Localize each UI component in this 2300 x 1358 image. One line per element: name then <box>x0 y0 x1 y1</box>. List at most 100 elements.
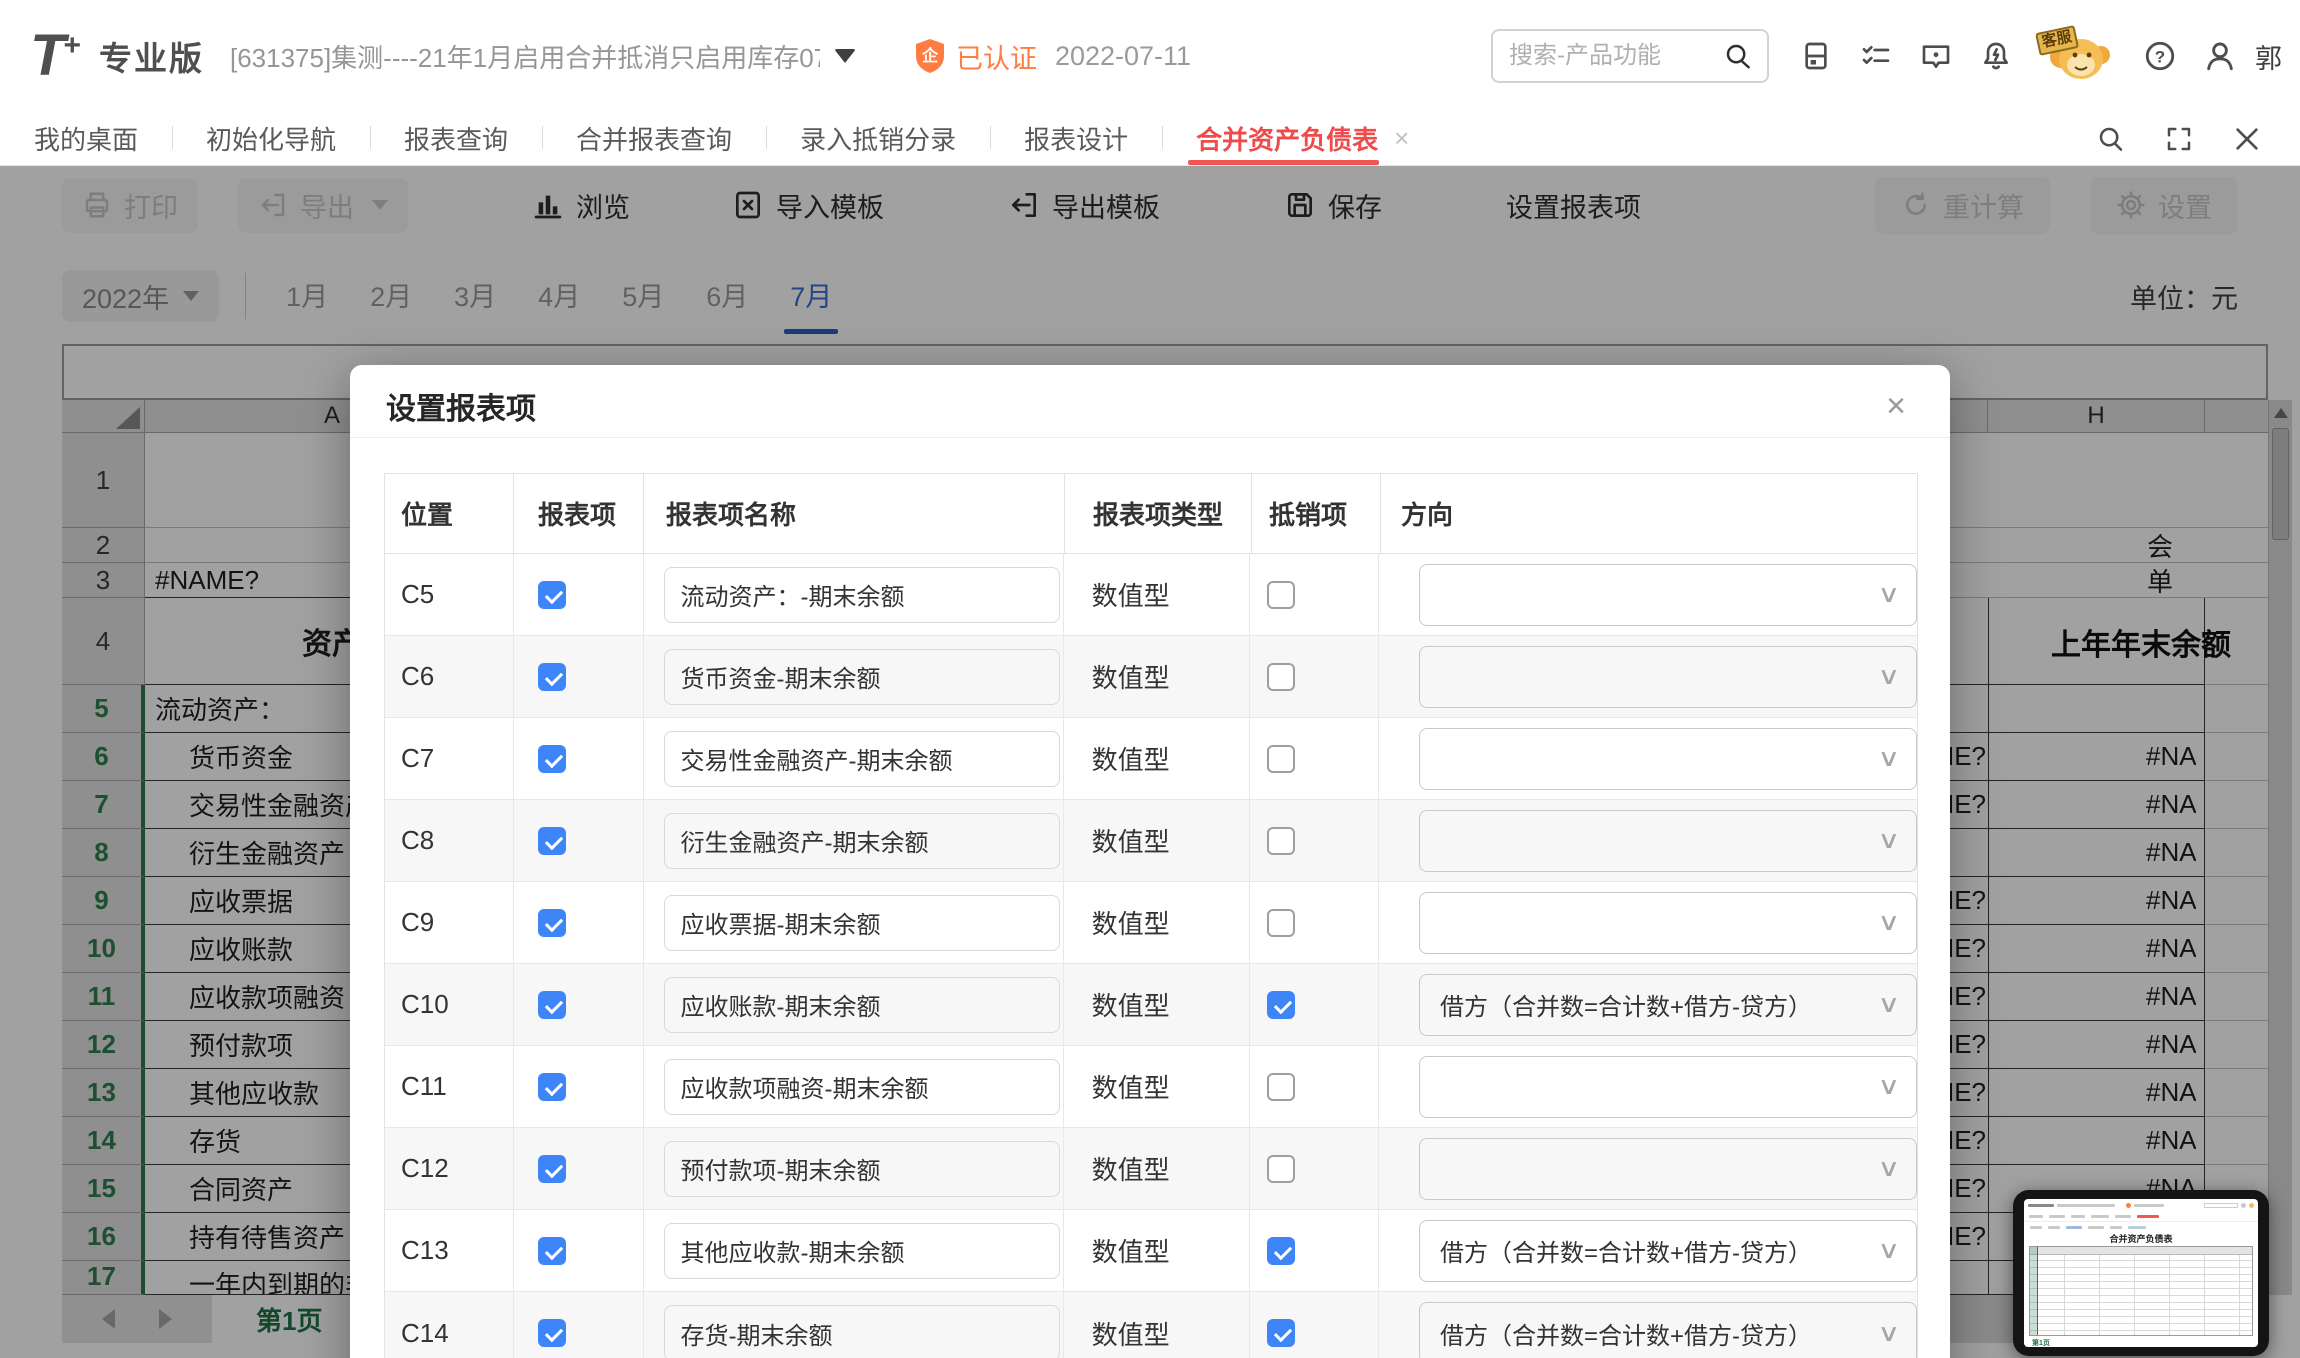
report-item-checkbox[interactable] <box>537 1154 566 1183</box>
offset-checkbox[interactable] <box>1267 990 1296 1019</box>
item-position: C6 <box>385 636 514 717</box>
workspace-tab[interactable]: 我的桌面 <box>0 112 172 165</box>
preview-grid <box>2029 1246 2253 1336</box>
report-item-checkbox[interactable] <box>537 662 566 691</box>
dialog-close-icon[interactable]: × <box>1886 389 1906 423</box>
report-item-row: C11 应收款项融资-期末余额 数值型 ∨ <box>385 1046 1917 1128</box>
item-name-input[interactable]: 衍生金融资产-期末余额 <box>663 812 1060 869</box>
direction-cell: 借方（合并数=合计数+借方-贷方） ∨ <box>1379 964 1917 1045</box>
fullscreen-icon[interactable] <box>2162 122 2196 156</box>
user-icon[interactable] <box>2203 39 2237 73</box>
item-name-cell: 存货-期末余额 <box>644 1292 1064 1358</box>
offset-checkbox[interactable] <box>1267 1319 1296 1347</box>
account-title[interactable]: [631375]集测----21年1月启用合并抵消只启用库存07... <box>230 38 820 75</box>
col-direction: 方向 <box>1401 500 1454 530</box>
report-item-checkbox[interactable] <box>537 744 566 773</box>
report-item-row: C6 货币资金-期末余额 数值型 ∨ <box>385 636 1917 718</box>
workspace-tab[interactable]: 初始化导航 <box>172 112 370 165</box>
offset-checkbox[interactable] <box>1267 662 1296 691</box>
search-input[interactable] <box>1509 42 1721 70</box>
direction-select[interactable]: ∨ <box>1419 809 1917 872</box>
item-type: 数值型 <box>1064 1046 1251 1127</box>
direction-select[interactable]: ∨ <box>1419 1137 1917 1200</box>
support-mascot-icon[interactable]: 客服 <box>2035 25 2117 85</box>
workspace-tab[interactable]: 合并资产负债表 × <box>1162 112 1443 165</box>
offset-checkbox[interactable] <box>1267 1072 1296 1101</box>
direction-select[interactable]: 借方（合并数=合计数+借方-贷方） ∨ <box>1419 1302 1917 1358</box>
tplus-logo[interactable]: T + <box>30 27 81 85</box>
offset-checkbox[interactable] <box>1267 908 1296 937</box>
item-checkbox-cell <box>514 636 644 717</box>
checklist-icon[interactable] <box>1859 39 1893 73</box>
table-header-row: 位置 报表项 报表项名称 报表项类型 抵销项 方向 <box>385 474 1917 554</box>
item-name-input[interactable]: 应收款项融资-期末余额 <box>663 1058 1060 1115</box>
feedback-icon[interactable] <box>1919 39 1953 73</box>
workspace-tab[interactable]: 报表设计 <box>990 112 1162 165</box>
chevron-down-icon: ∨ <box>1877 581 1901 608</box>
item-name-input[interactable]: 预付款项-期末余额 <box>663 1140 1060 1197</box>
report-item-checkbox[interactable] <box>537 908 566 937</box>
direction-cell: 借方（合并数=合计数+借方-贷方） ∨ <box>1379 1292 1917 1358</box>
account-caret-down-icon[interactable] <box>833 49 856 63</box>
help-icon[interactable]: ? <box>2143 39 2177 73</box>
report-item-checkbox[interactable] <box>537 1319 566 1347</box>
item-position: C14 <box>385 1292 514 1358</box>
offset-checkbox-cell <box>1250 1128 1379 1209</box>
direction-select[interactable]: ∨ <box>1419 563 1917 626</box>
item-position: C11 <box>385 1046 514 1127</box>
report-item-checkbox[interactable] <box>537 1072 566 1101</box>
top-bar: T + 专业版 [631375]集测----21年1月启用合并抵消只启用库存07… <box>0 0 2300 112</box>
direction-select[interactable]: ∨ <box>1419 1055 1917 1118</box>
item-name-input[interactable]: 应收账款-期末余额 <box>663 976 1060 1033</box>
notification-bell-icon[interactable] <box>1979 39 2013 73</box>
direction-select[interactable]: ∨ <box>1419 645 1917 708</box>
app-window: T + 专业版 [631375]集测----21年1月启用合并抵消只启用库存07… <box>0 0 2300 1358</box>
item-name-cell: 应收账款-期末余额 <box>644 964 1064 1045</box>
offset-checkbox[interactable] <box>1267 744 1296 773</box>
calculator-icon[interactable] <box>1799 39 1833 73</box>
tab-search-icon[interactable] <box>2094 122 2128 156</box>
item-name-input[interactable]: 应收票据-期末余额 <box>663 894 1060 951</box>
search-icon[interactable] <box>1721 39 1755 73</box>
item-position: C7 <box>385 718 514 799</box>
item-position: C5 <box>385 554 514 635</box>
item-name-input[interactable]: 流动资产：-期末余额 <box>663 566 1060 623</box>
item-checkbox-cell <box>514 1128 644 1209</box>
direction-select[interactable]: ∨ <box>1419 891 1917 954</box>
offset-checkbox[interactable] <box>1267 1236 1296 1265</box>
report-item-checkbox[interactable] <box>537 990 566 1019</box>
offset-checkbox[interactable] <box>1267 580 1296 609</box>
offset-checkbox[interactable] <box>1267 826 1296 855</box>
product-search[interactable] <box>1491 29 1769 83</box>
item-name-input[interactable]: 交易性金融资产-期末余额 <box>663 730 1060 787</box>
report-item-checkbox[interactable] <box>537 1236 566 1265</box>
screen-preview-thumbnail[interactable]: 合并资产负债表 第1页 <box>2013 1190 2269 1356</box>
direction-select[interactable]: ∨ <box>1419 727 1917 790</box>
close-workspace-icon[interactable] <box>2230 122 2264 156</box>
username-label[interactable]: 郭 <box>2255 37 2282 76</box>
direction-cell: ∨ <box>1379 1046 1917 1127</box>
item-name-value: 货币资金-期末余额 <box>680 666 881 693</box>
direction-value: 借方（合并数=合计数+借方-贷方） <box>1440 1322 1813 1350</box>
tabbar-icons <box>2094 112 2300 165</box>
direction-select[interactable]: 借方（合并数=合计数+借方-贷方） ∨ <box>1419 973 1917 1036</box>
col-offset-item: 抵销项 <box>1252 474 1381 553</box>
report-item-row: C14 存货-期末余额 数值型 借方（合并数=合计数+借方-贷方） ∨ <box>385 1292 1917 1358</box>
item-name-value: 交易性金融资产-期末余额 <box>680 748 953 775</box>
report-item-row: C10 应收账款-期末余额 数值型 借方（合并数=合计数+借方-贷方） ∨ <box>385 964 1917 1046</box>
report-item-checkbox[interactable] <box>537 826 566 855</box>
tab-close-icon[interactable]: × <box>1394 123 1409 154</box>
item-name-input[interactable]: 货币资金-期末余额 <box>663 648 1060 705</box>
svg-text:?: ? <box>2155 47 2165 66</box>
direction-select[interactable]: 借方（合并数=合计数+借方-贷方） ∨ <box>1419 1219 1917 1282</box>
offset-checkbox[interactable] <box>1267 1154 1296 1183</box>
item-checkbox-cell <box>514 1210 644 1291</box>
item-name-input[interactable]: 其他应收款-期末余额 <box>663 1222 1060 1279</box>
report-item-checkbox[interactable] <box>537 580 566 609</box>
item-checkbox-cell <box>514 882 644 963</box>
workspace-tab[interactable]: 报表查询 <box>370 112 542 165</box>
workspace-tab[interactable]: 合并报表查询 <box>542 112 766 165</box>
workspace-tab[interactable]: 录入抵销分录 <box>766 112 990 165</box>
offset-checkbox-cell <box>1250 718 1379 799</box>
item-name-input[interactable]: 存货-期末余额 <box>663 1305 1060 1358</box>
